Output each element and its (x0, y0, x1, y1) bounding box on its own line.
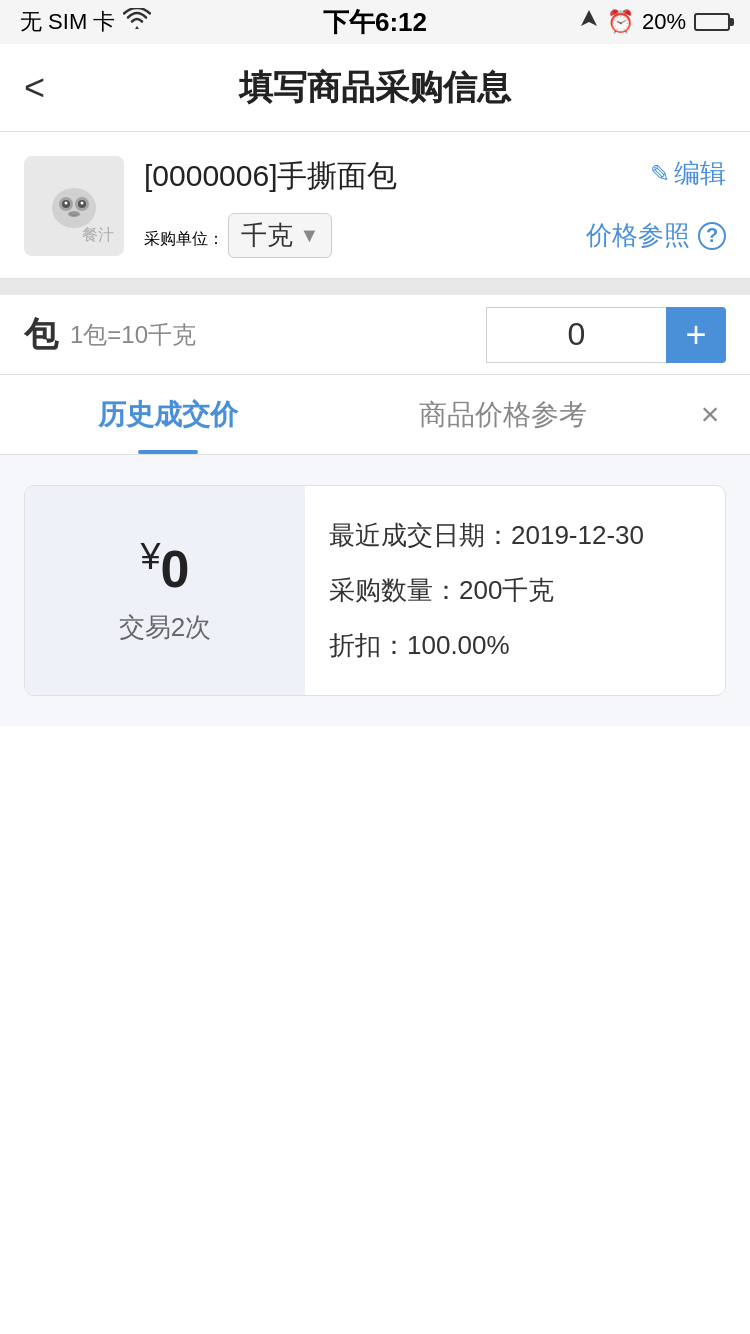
product-thumbnail: 餐汁 (24, 156, 124, 256)
quantity-input-group: + (486, 307, 726, 363)
svg-point-6 (81, 202, 84, 205)
tab-bar: 历史成交价 商品价格参考 × (0, 375, 750, 455)
product-name: [0000006]手撕面包 (144, 156, 397, 197)
edit-button[interactable]: ✎ 编辑 (650, 156, 726, 191)
product-card: 餐汁 [0000006]手撕面包 ✎ 编辑 采购单位： 千克 ▼ 价格参照 ? (0, 132, 750, 279)
page-body (0, 726, 750, 1334)
price-symbol: ¥ (141, 536, 161, 577)
discount-row: 折扣：100.00% (329, 626, 701, 665)
unit-label: 采购单位： (144, 230, 224, 247)
unit-row: 采购单位： 千克 ▼ 价格参照 ? (144, 213, 726, 258)
tab-product-price-ref[interactable]: 商品价格参考 (335, 375, 670, 454)
quantity-label: 包 1包=10千克 (24, 312, 196, 358)
history-price: ¥0 (141, 536, 190, 599)
edit-icon: ✎ (650, 160, 670, 188)
history-card: ¥0 交易2次 最近成交日期：2019-12-30 采购数量：200千克 折扣：… (24, 485, 726, 696)
unit-dropdown-arrow: ▼ (299, 224, 319, 247)
purchase-qty-row: 采购数量：200千克 (329, 571, 701, 610)
page-title: 填写商品采购信息 (239, 65, 511, 111)
tab-close-button[interactable]: × (670, 375, 750, 454)
unit-select[interactable]: 千克 ▼ (228, 213, 332, 258)
wifi-icon (123, 8, 151, 36)
battery-icon (694, 13, 730, 31)
product-info: [0000006]手撕面包 ✎ 编辑 采购单位： 千克 ▼ 价格参照 ? (144, 156, 726, 258)
quantity-sub-label: 1包=10千克 (70, 319, 196, 351)
quantity-input[interactable] (486, 307, 666, 363)
product-brand: 餐汁 (82, 225, 114, 246)
price-ref-icon: ? (698, 222, 726, 250)
tab-history-price[interactable]: 历史成交价 (0, 375, 335, 454)
carrier-text: 无 SIM 卡 (20, 7, 115, 37)
unit-label-group: 采购单位： 千克 ▼ (144, 213, 332, 258)
history-card-detail-panel: 最近成交日期：2019-12-30 采购数量：200千克 折扣：100.00% (305, 486, 725, 695)
history-card-price-panel: ¥0 交易2次 (25, 486, 305, 695)
status-time: 下午6:12 (323, 5, 427, 40)
status-bar: 无 SIM 卡 下午6:12 ⏰ 20% (0, 0, 750, 44)
history-trades-count: 交易2次 (119, 610, 211, 645)
quantity-unit: 包 (24, 312, 58, 358)
recent-date-row: 最近成交日期：2019-12-30 (329, 516, 701, 555)
section-divider (0, 279, 750, 295)
price-ref-button[interactable]: 价格参照 ? (586, 218, 726, 253)
quantity-plus-button[interactable]: + (666, 307, 726, 363)
back-button[interactable]: < (24, 67, 45, 109)
location-icon (579, 8, 599, 36)
history-section: ¥0 交易2次 最近成交日期：2019-12-30 采购数量：200千克 折扣：… (0, 455, 750, 726)
svg-point-0 (52, 188, 96, 228)
product-header: [0000006]手撕面包 ✎ 编辑 (144, 156, 726, 197)
status-right: ⏰ 20% (579, 8, 730, 36)
nav-bar: < 填写商品采购信息 (0, 44, 750, 132)
battery-percent: 20% (642, 9, 686, 35)
quantity-row: 包 1包=10千克 + (0, 295, 750, 375)
svg-point-5 (65, 202, 68, 205)
alarm-icon: ⏰ (607, 9, 634, 35)
status-left: 无 SIM 卡 (20, 7, 151, 37)
